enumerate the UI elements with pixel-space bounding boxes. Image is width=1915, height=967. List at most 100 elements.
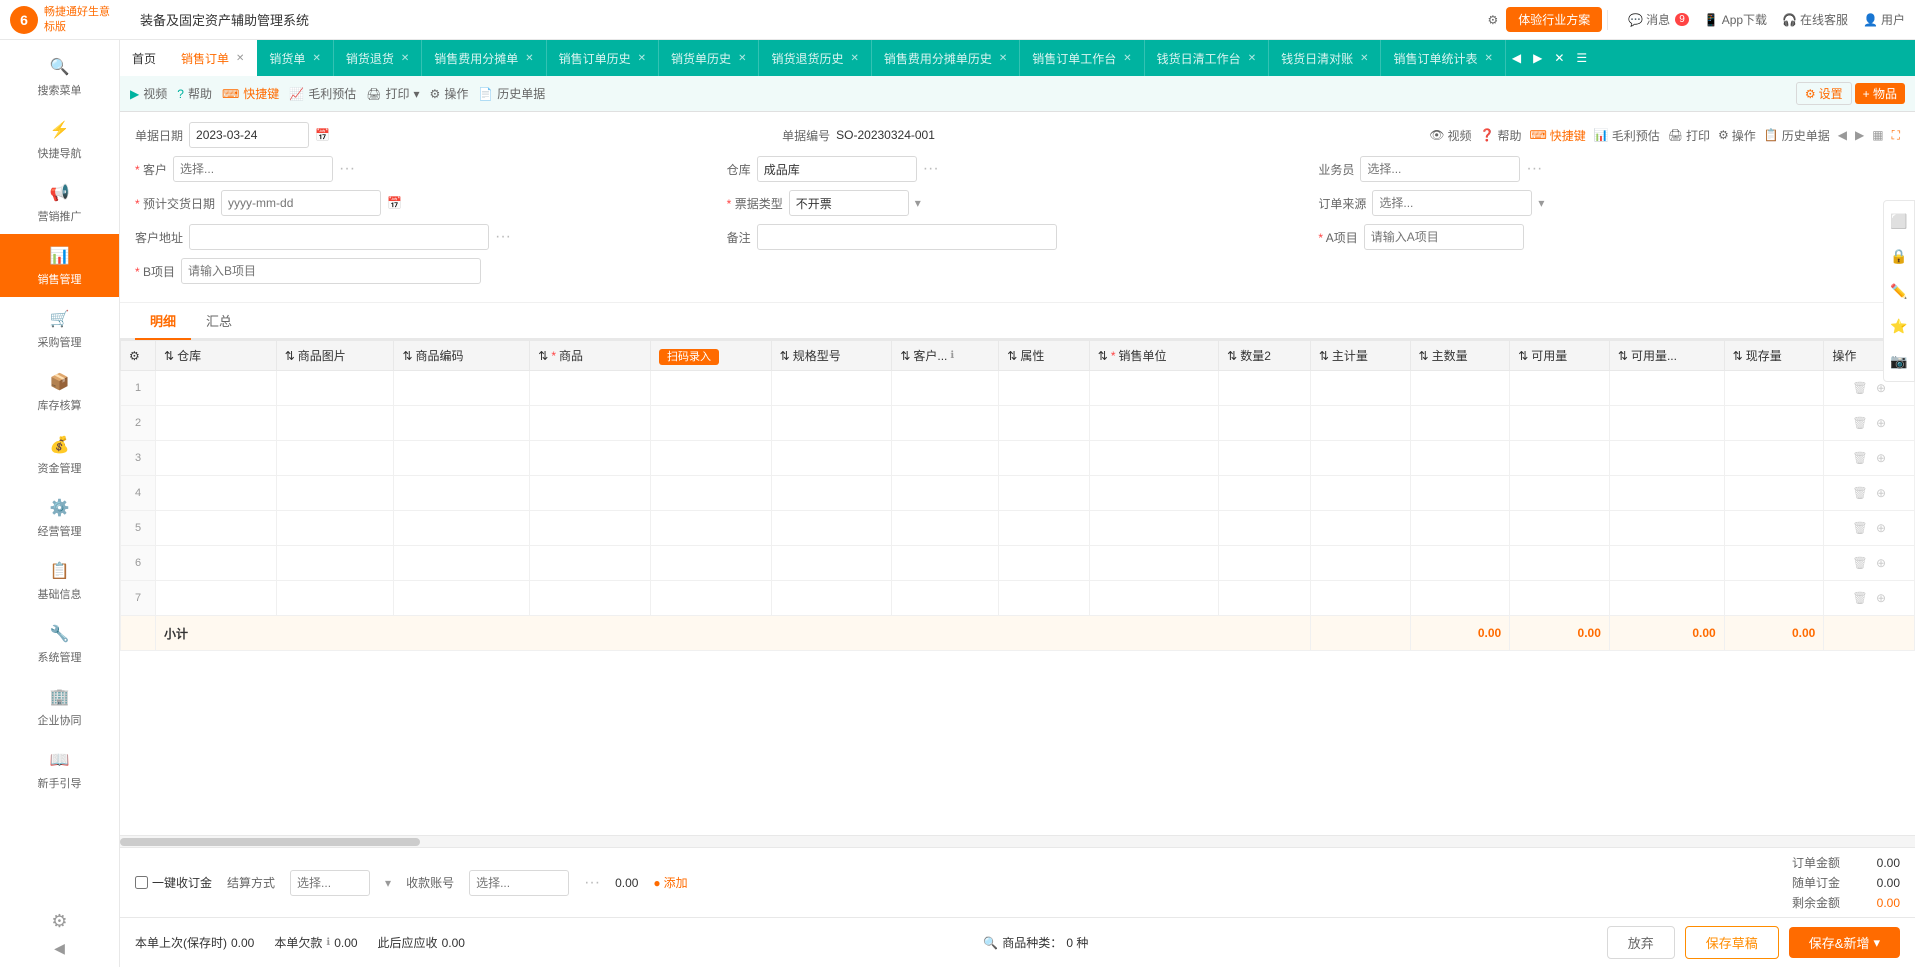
cell-avail-4[interactable]	[1510, 476, 1610, 511]
shortcut-btn[interactable]: ⌨ 快捷键	[222, 85, 279, 102]
tab-home[interactable]: 首页	[120, 40, 169, 76]
cell-unit-7[interactable]	[1089, 581, 1218, 616]
tab-close-fee-split[interactable]: ✕	[525, 53, 533, 64]
cell-product-7[interactable]	[530, 581, 651, 616]
tab-close-return-history[interactable]: ✕	[738, 53, 746, 64]
cell-qty2-3[interactable]	[1219, 441, 1311, 476]
cell-avail2-3[interactable]	[1609, 441, 1724, 476]
cell-current-7[interactable]	[1724, 581, 1824, 616]
cell-avail2-2[interactable]	[1609, 406, 1724, 441]
th-spec[interactable]: ⇅ 规格型号	[771, 341, 892, 371]
cell-scan-7[interactable]	[650, 581, 771, 616]
order-source-arrow[interactable]: ▾	[1538, 196, 1544, 210]
account-input[interactable]	[469, 870, 569, 896]
delete-icon-4[interactable]: 🗑	[1852, 486, 1867, 500]
cell-attr-2[interactable]	[999, 406, 1090, 441]
cell-attr-1[interactable]	[999, 371, 1090, 406]
cell-img-7[interactable]	[276, 581, 394, 616]
cell-main-qty-3[interactable]	[1410, 441, 1510, 476]
tab-close-order-workbench[interactable]: ✕	[1123, 53, 1131, 64]
cell-attr-5[interactable]	[999, 511, 1090, 546]
cell-img-4[interactable]	[276, 476, 394, 511]
cell-code-3[interactable]	[394, 441, 530, 476]
user-btn[interactable]: 👤 用户	[1863, 11, 1905, 28]
cell-attr-4[interactable]	[999, 476, 1090, 511]
cell-cust-4[interactable]	[892, 476, 999, 511]
cell-current-4[interactable]	[1724, 476, 1824, 511]
fullscreen-icon[interactable]: ⛶	[1892, 128, 1900, 143]
cell-warehouse-1[interactable]	[156, 371, 277, 406]
tab-close-sales-refund[interactable]: ✕	[401, 53, 409, 64]
date-input[interactable]	[189, 122, 309, 148]
cell-warehouse-4[interactable]	[156, 476, 277, 511]
sidebar-item-enterprise[interactable]: 🏢 企业协同	[0, 675, 119, 738]
cell-cust-5[interactable]	[892, 511, 999, 546]
sidebar-item-quick-nav[interactable]: ⚡ 快捷导航	[0, 108, 119, 171]
tab-nav-close[interactable]: ✕	[1548, 51, 1570, 65]
account-more-btn[interactable]: ···	[584, 874, 600, 892]
profit-btn[interactable]: 📈 毛利预估	[289, 85, 356, 102]
th-available2[interactable]: ⇅ 可用量...	[1609, 341, 1724, 371]
scroll-bar[interactable]	[120, 835, 1915, 847]
cell-product-2[interactable]	[530, 406, 651, 441]
cell-avail-3[interactable]	[1510, 441, 1610, 476]
cell-scan-1[interactable]	[650, 371, 771, 406]
cell-img-6[interactable]	[276, 546, 394, 581]
cell-scan-2[interactable]	[650, 406, 771, 441]
cell-avail2-4[interactable]	[1609, 476, 1724, 511]
nav-prev-icon[interactable]: ◀	[1838, 128, 1847, 142]
delete-icon-3[interactable]: 🗑	[1852, 451, 1867, 465]
tab-refund-history[interactable]: 销货退货历史 ✕	[759, 40, 871, 76]
delete-icon-6[interactable]: 🗑	[1852, 556, 1867, 570]
tab-close-order-stats[interactable]: ✕	[1485, 53, 1493, 64]
payment-arrow[interactable]: ▾	[385, 876, 391, 890]
cell-main-unit-1[interactable]	[1310, 371, 1410, 406]
cell-warehouse-3[interactable]	[156, 441, 277, 476]
online-service-btn[interactable]: 🎧 在线客服	[1782, 11, 1848, 28]
app-download-btn[interactable]: 📱 App下载	[1704, 11, 1767, 28]
scan-btn[interactable]: 扫码录入	[659, 349, 719, 365]
salesperson-more-btn[interactable]: ···	[1526, 160, 1542, 178]
cell-main-qty-1[interactable]	[1410, 371, 1510, 406]
cell-avail2-6[interactable]	[1609, 546, 1724, 581]
tab-nav-next[interactable]: ▶	[1527, 51, 1548, 65]
tab-return-history[interactable]: 销货单历史 ✕	[659, 40, 759, 76]
tab-cash-workbench[interactable]: 钱货日清工作台 ✕	[1145, 40, 1269, 76]
th-attr[interactable]: ⇅ 属性	[999, 341, 1090, 371]
operation-btn[interactable]: ⚙ 操作	[430, 85, 469, 102]
cell-main-unit-5[interactable]	[1310, 511, 1410, 546]
sidebar-item-marketing[interactable]: 📢 营销推广	[0, 171, 119, 234]
cell-avail-5[interactable]	[1510, 511, 1610, 546]
th-main-qty[interactable]: ⇅ 主数量	[1410, 341, 1510, 371]
copy-icon-6[interactable]: ⊕	[1876, 556, 1886, 570]
discard-btn[interactable]: 放弃	[1607, 926, 1675, 959]
cell-product-6[interactable]	[530, 546, 651, 581]
cell-qty2-5[interactable]	[1219, 511, 1311, 546]
th-unit[interactable]: ⇅ * 销售单位	[1089, 341, 1218, 371]
sidebar-item-search[interactable]: 🔍 搜索菜单	[0, 45, 119, 108]
cell-scan-3[interactable]	[650, 441, 771, 476]
cell-img-1[interactable]	[276, 371, 394, 406]
cell-unit-5[interactable]	[1089, 511, 1218, 546]
delete-icon-7[interactable]: 🗑	[1852, 591, 1867, 605]
cell-cust-2[interactable]	[892, 406, 999, 441]
cell-main-unit-7[interactable]	[1310, 581, 1410, 616]
history-btn[interactable]: 📄 历史单据	[478, 85, 545, 102]
customer-more-btn[interactable]: ···	[339, 160, 355, 178]
th-current-qty[interactable]: ⇅ 现存量	[1724, 341, 1824, 371]
tab-close-sales-order[interactable]: ✕	[236, 53, 244, 64]
right-icon-3[interactable]: ✏️	[1884, 276, 1914, 306]
tab-close-fee-history[interactable]: ✕	[999, 53, 1007, 64]
operation-btn2[interactable]: ⚙ 操作	[1718, 127, 1756, 144]
th-cust-code[interactable]: ⇅ 客户... ℹ	[892, 341, 999, 371]
cell-attr-7[interactable]	[999, 581, 1090, 616]
cell-current-1[interactable]	[1724, 371, 1824, 406]
delivery-input[interactable]	[221, 190, 381, 216]
settings-icon-bottom[interactable]: ⚙	[51, 911, 67, 932]
sidebar-item-sales[interactable]: 📊 销售管理	[0, 234, 119, 297]
cell-qty2-1[interactable]	[1219, 371, 1311, 406]
cell-img-5[interactable]	[276, 511, 394, 546]
cell-avail2-1[interactable]	[1609, 371, 1724, 406]
addr-more-btn[interactable]: ···	[495, 228, 511, 246]
warehouse-more-btn[interactable]: ···	[923, 160, 939, 178]
